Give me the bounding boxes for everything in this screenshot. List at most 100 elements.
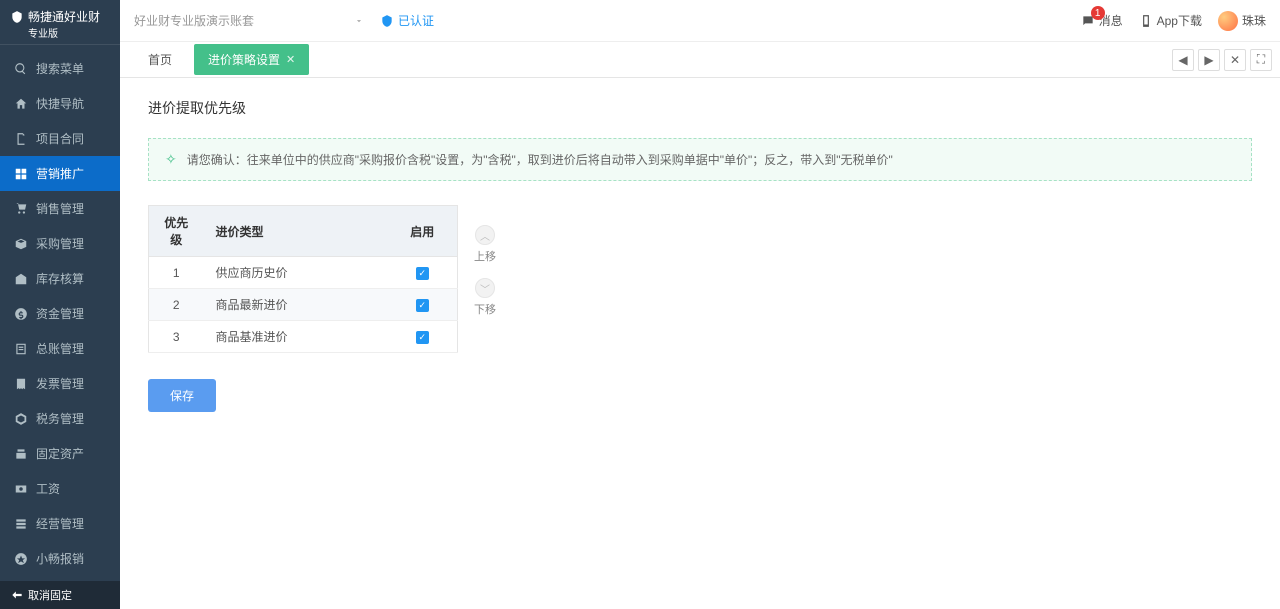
chevron-up-icon: ︿ <box>475 225 495 245</box>
move-up-label: 上移 <box>474 248 496 264</box>
messages-button[interactable]: 消息 1 <box>1081 12 1123 29</box>
pin-label: 取消固定 <box>28 587 72 603</box>
sidebar-item-2[interactable]: 项目合同 <box>0 121 120 156</box>
pin-toggle[interactable]: 取消固定 <box>0 581 120 609</box>
box-icon <box>14 237 28 251</box>
app-download-button[interactable]: App下载 <box>1139 12 1202 29</box>
chevron-down-icon: ﹀ <box>475 278 495 298</box>
app-label: App下载 <box>1157 12 1202 29</box>
sidebar-item-label: 采购管理 <box>36 235 84 252</box>
sidebar-item-4[interactable]: 销售管理 <box>0 191 120 226</box>
cell-type: 商品最新进价 <box>204 289 388 321</box>
user-name: 珠珠 <box>1242 12 1266 29</box>
sidebar-item-label: 快捷导航 <box>36 95 84 112</box>
cart-icon <box>14 202 28 216</box>
sidebar-item-label: 营销推广 <box>36 165 84 182</box>
phone-icon <box>1139 14 1153 28</box>
message-badge: 1 <box>1091 6 1105 20</box>
cell-enable: ✓ <box>388 257 458 289</box>
shield-icon <box>380 14 394 28</box>
sidebar-item-13[interactable]: 经营管理 <box>0 506 120 541</box>
sidebar-item-label: 经营管理 <box>36 515 84 532</box>
enable-checkbox[interactable]: ✓ <box>416 331 429 344</box>
col-priority: 优先级 <box>149 206 204 257</box>
salary-icon <box>14 482 28 496</box>
fullscreen-button[interactable]: ⛶ <box>1250 49 1272 71</box>
cell-type: 供应商历史价 <box>204 257 388 289</box>
tab-active-label: 进价策略设置 <box>208 51 280 68</box>
priority-table: 优先级 进价类型 启用 1供应商历史价✓2商品最新进价✓3商品基准进价✓ <box>148 205 458 353</box>
main: 好业财专业版演示账套 已认证 消息 1 App下载 <box>120 0 1280 609</box>
tab-price-strategy[interactable]: 进价策略设置 ✕ <box>194 44 309 75</box>
alert-text: 请您确认：往来单位中的供应商"采购报价含税"设置，为"含税"，取到进价后将自动带… <box>187 151 893 168</box>
doc-icon <box>14 132 28 146</box>
move-up-button[interactable]: ︿ 上移 <box>474 225 496 264</box>
sidebar: 畅捷通好业财 专业版 搜索菜单快捷导航项目合同营销推广销售管理采购管理库存核算资… <box>0 0 120 609</box>
sidebar-item-6[interactable]: 库存核算 <box>0 261 120 296</box>
enable-checkbox[interactable]: ✓ <box>416 267 429 280</box>
alert: ✧ 请您确认：往来单位中的供应商"采购报价含税"设置，为"含税"，取到进价后将自… <box>148 138 1252 181</box>
account-name: 好业财专业版演示账套 <box>134 12 254 29</box>
sidebar-item-label: 搜索菜单 <box>36 60 84 77</box>
sidebar-item-14[interactable]: 小畅报销 <box>0 541 120 576</box>
sidebar-item-3[interactable]: 营销推广 <box>0 156 120 191</box>
sidebar-item-8[interactable]: 总账管理 <box>0 331 120 366</box>
sidebar-item-10[interactable]: 税务管理 <box>0 401 120 436</box>
enable-checkbox[interactable]: ✓ <box>416 299 429 312</box>
user-menu[interactable]: 珠珠 <box>1218 11 1266 31</box>
cell-type: 商品基准进价 <box>204 321 388 353</box>
sidebar-item-0[interactable]: 搜索菜单 <box>0 51 120 86</box>
sidebar-item-label: 销售管理 <box>36 200 84 217</box>
table-body: 1供应商历史价✓2商品最新进价✓3商品基准进价✓ <box>149 257 458 353</box>
sidebar-item-1[interactable]: 快捷导航 <box>0 86 120 121</box>
sidebar-item-label: 工资 <box>36 480 60 497</box>
tab-close-icon[interactable]: ✕ <box>286 53 295 66</box>
move-down-label: 下移 <box>474 301 496 317</box>
warehouse-icon <box>14 272 28 286</box>
brand-title: 畅捷通好业财 <box>28 8 100 25</box>
money-icon <box>14 307 28 321</box>
tab-close-all-button[interactable]: ✕ <box>1224 49 1246 71</box>
table-row[interactable]: 3商品基准进价 ✓ <box>149 321 458 353</box>
col-type: 进价类型 <box>204 206 388 257</box>
table-row[interactable]: 1供应商历史价 ✓ <box>149 257 458 289</box>
home-icon <box>14 97 28 111</box>
col-enable: 启用 <box>388 206 458 257</box>
sidebar-item-9[interactable]: 发票管理 <box>0 366 120 401</box>
cell-priority: 3 <box>149 321 204 353</box>
tab-home[interactable]: 首页 <box>134 44 186 75</box>
sidebar-item-11[interactable]: 固定资产 <box>0 436 120 471</box>
tab-prev-button[interactable]: ◀ <box>1172 49 1194 71</box>
manage-icon <box>14 517 28 531</box>
section-title: 进价提取优先级 <box>148 98 1252 118</box>
account-selector[interactable]: 好业财专业版演示账套 <box>134 12 364 29</box>
sidebar-item-label: 资金管理 <box>36 305 84 322</box>
sidebar-item-5[interactable]: 采购管理 <box>0 226 120 261</box>
sidebar-item-label: 发票管理 <box>36 375 84 392</box>
sidebar-item-12[interactable]: 工资 <box>0 471 120 506</box>
asset-icon <box>14 447 28 461</box>
tab-next-button[interactable]: ▶ <box>1198 49 1220 71</box>
sidebar-item-7[interactable]: 资金管理 <box>0 296 120 331</box>
brand: 畅捷通好业财 专业版 <box>0 0 120 45</box>
tax-icon <box>14 412 28 426</box>
tabbar: 首页 进价策略设置 ✕ ◀ ▶ ✕ ⛶ <box>120 42 1280 78</box>
table-row[interactable]: 2商品最新进价✓ <box>149 289 458 321</box>
cell-enable: ✓ <box>388 289 458 321</box>
content: 进价提取优先级 ✧ 请您确认：往来单位中的供应商"采购报价含税"设置，为"含税"… <box>120 78 1280 609</box>
search-icon <box>14 62 28 76</box>
invoice-icon <box>14 377 28 391</box>
sidebar-item-label: 总账管理 <box>36 340 84 357</box>
move-down-button[interactable]: ﹀ 下移 <box>474 278 496 317</box>
brand-logo-icon <box>10 10 24 24</box>
sidebar-item-label: 固定资产 <box>36 445 84 462</box>
cell-priority: 1 <box>149 257 204 289</box>
sidebar-item-label: 库存核算 <box>36 270 84 287</box>
verified-text: 已认证 <box>398 12 434 29</box>
expense-icon <box>14 552 28 566</box>
verified-badge[interactable]: 已认证 <box>380 12 434 29</box>
cell-enable: ✓ <box>388 321 458 353</box>
grid-icon <box>14 167 28 181</box>
brand-subtitle: 专业版 <box>10 25 110 40</box>
save-button[interactable]: 保存 <box>148 379 216 412</box>
